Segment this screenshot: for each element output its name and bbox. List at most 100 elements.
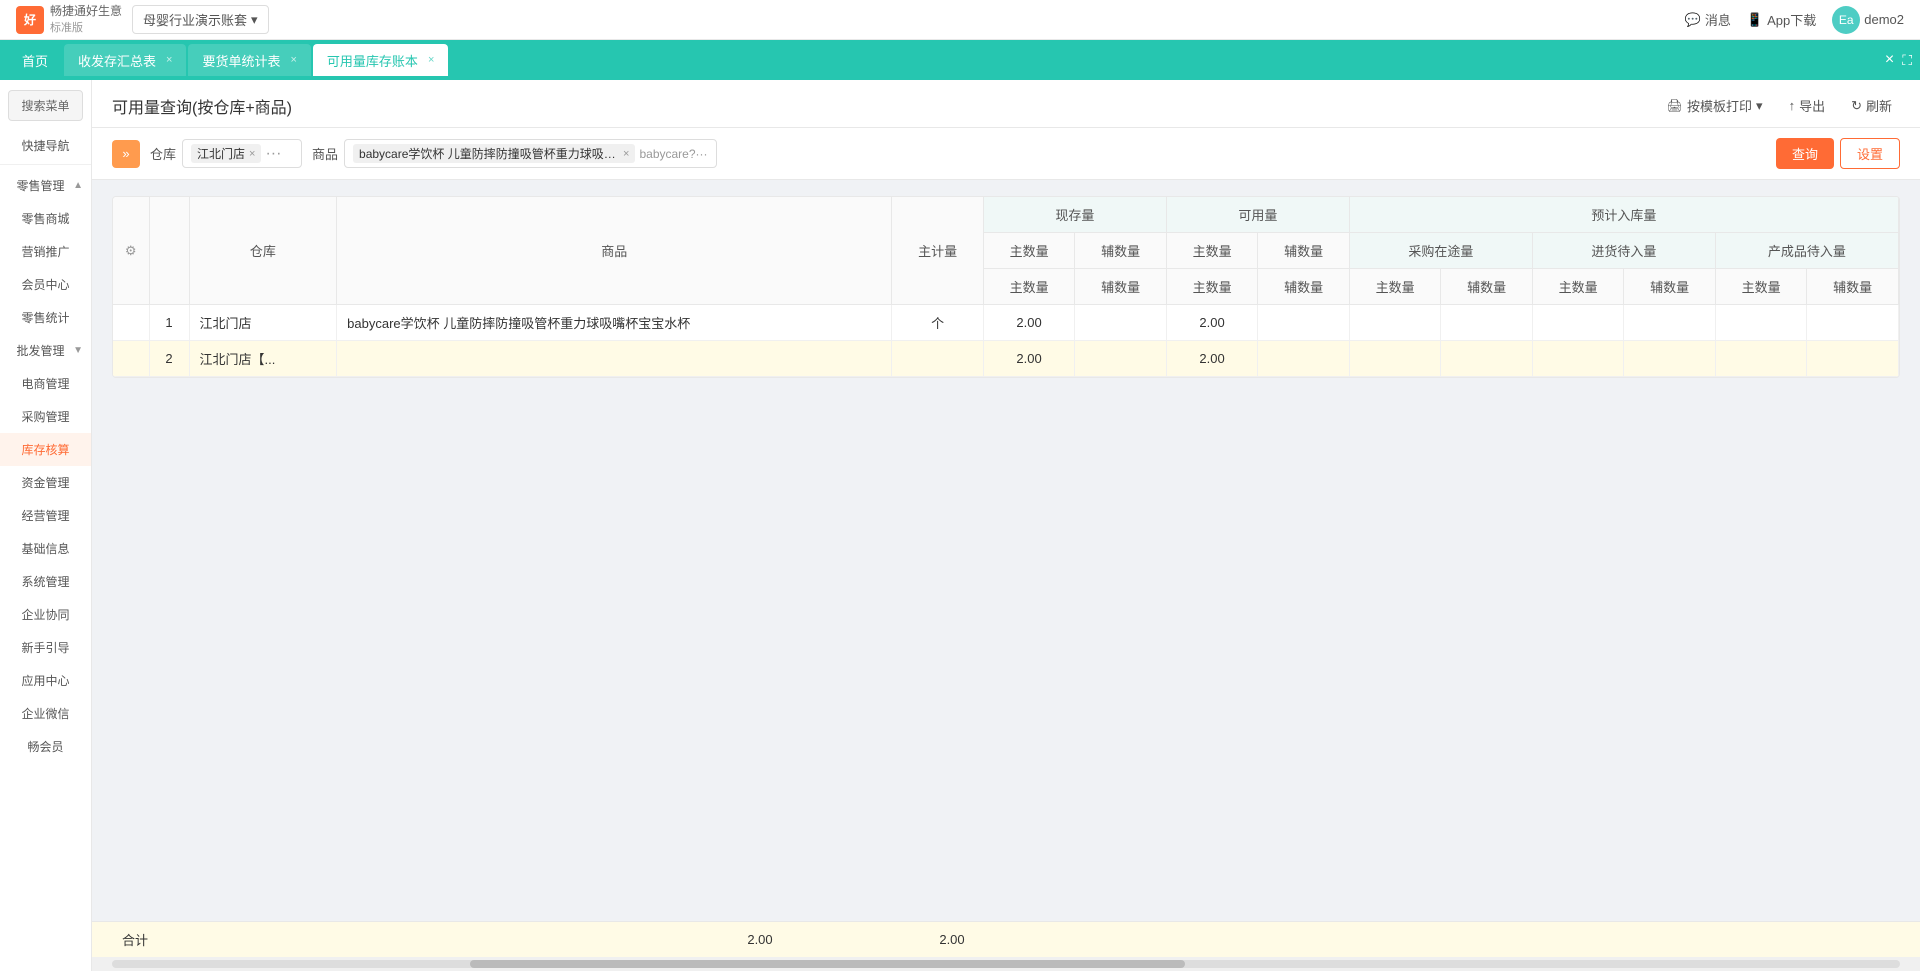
sidebar-item-inventory[interactable]: 库存核算 [0, 433, 91, 466]
sidebar-item-ecom[interactable]: 电商管理 [0, 367, 91, 400]
sidebar-item-zero-retail[interactable]: 零售管理 ▲ [0, 169, 91, 202]
sidebar-item-batch[interactable]: 批发管理 ▼ [0, 334, 91, 367]
sidebar-item-zero-mall-label: 零售商城 [8, 210, 83, 227]
sidebar-item-sys[interactable]: 系统管理 [0, 565, 91, 598]
scrollbar-thumb[interactable] [470, 960, 1185, 968]
data-table: ⚙ 仓库 商品 主计量 现存量 可用量 预计入库量 主数量 辅数 [113, 197, 1899, 377]
export-btn[interactable]: ↑ 导出 [1781, 92, 1834, 119]
industry-selector[interactable]: 母婴行业演示账套 ▾ [132, 5, 269, 34]
message-btn[interactable]: 💬 消息 [1685, 10, 1731, 29]
th-warehouse: 仓库 [189, 197, 337, 305]
table-row: 2 江北门店【... 2.00 2.00 [113, 341, 1899, 377]
th-incoming-aux: 辅数量 [1624, 269, 1716, 305]
sidebar-arrow-zero-retail: ▲ [73, 180, 83, 191]
query-button[interactable]: 查询 [1776, 138, 1834, 169]
sidebar-item-ops[interactable]: 经营管理 [0, 499, 91, 532]
sidebar-arrow-batch: ▼ [73, 345, 83, 356]
row1-no: 1 [149, 305, 189, 341]
warehouse-tag: 江北门店 × [191, 144, 261, 163]
th-product-aux: 辅数量 [1807, 269, 1899, 305]
warehouse-tag-close[interactable]: × [249, 148, 255, 160]
sidebar-item-wechat-label: 企业微信 [8, 705, 83, 722]
sidebar-item-collab-label: 企业协同 [8, 606, 83, 623]
th-stock-aux2: 辅数量 [1075, 269, 1167, 305]
tab-yaohuo[interactable]: 要货单统计表 × [188, 44, 310, 76]
row2-stock-aux [1075, 341, 1167, 377]
logo-area: 好 畅捷通好生意 标准版 [16, 4, 122, 36]
page-title: 可用量查询(按仓库+商品) [112, 94, 292, 118]
sidebar-item-newbie[interactable]: 新手引导 [0, 631, 91, 664]
sidebar-item-apps[interactable]: 应用中心 [0, 664, 91, 697]
print-icon: 🖨 [1667, 98, 1684, 114]
sidebar-item-stats[interactable]: 零售统计 [0, 301, 91, 334]
print-btn[interactable]: 🖨 按模板打印 ▾ [1659, 92, 1771, 119]
filter-toggle-btn[interactable]: » [112, 140, 140, 168]
top-bar-left: 好 畅捷通好生意 标准版 母婴行业演示账套 ▾ [16, 4, 269, 36]
tab-shoufa[interactable]: 收发存汇总表 × [64, 44, 186, 76]
sidebar-item-basic[interactable]: 基础信息 [0, 532, 91, 565]
th-product-group: 产成品待入量 [1715, 233, 1898, 269]
row2-goods [337, 341, 892, 377]
tab-yaohuo-label: 要货单统计表 [202, 51, 280, 70]
sidebar-item-apps-label: 应用中心 [8, 672, 83, 689]
row1-warehouse: 江北门店 [189, 305, 337, 341]
th-settings: ⚙ [113, 197, 149, 305]
setting-button[interactable]: 设置 [1840, 138, 1900, 169]
message-icon: 💬 [1685, 12, 1701, 28]
goods-tag-close[interactable]: × [623, 148, 629, 160]
tab-keyongliang[interactable]: 可用量库存账本 × [313, 44, 448, 76]
row1-goods: babycare学饮杯 儿童防摔防撞吸管杯重力球吸嘴杯宝宝水杯 [337, 305, 892, 341]
row2-purchase-main [1349, 341, 1441, 377]
search-menu-btn[interactable]: 搜索菜单 [8, 90, 83, 121]
table-footer: 合计 2.00 2.00 [92, 921, 1920, 957]
user-btn[interactable]: Ea demo2 [1832, 6, 1904, 34]
close-all-btn[interactable]: × [1885, 51, 1894, 69]
page-header: 可用量查询(按仓库+商品) 🖨 按模板打印 ▾ ↑ 导出 ↻ 刷新 [92, 80, 1920, 128]
sidebar-item-mkt[interactable]: 营销推广 [0, 235, 91, 268]
row1-unit: 个 [892, 305, 984, 341]
tab-shoufa-close[interactable]: × [166, 54, 172, 66]
row1-incoming-main [1532, 305, 1624, 341]
sidebar-item-purchase[interactable]: 采购管理 [0, 400, 91, 433]
filter-actions: 查询 设置 [1776, 138, 1900, 169]
goods-extra: babycare?··· [639, 147, 707, 161]
sidebar-item-zero-retail-label: 零售管理 [8, 177, 73, 194]
sidebar-item-collab[interactable]: 企业协同 [0, 598, 91, 631]
warehouse-more-icon[interactable]: ··· [265, 145, 281, 163]
app-label: App下载 [1767, 10, 1816, 29]
tab-yaohuo-close[interactable]: × [290, 54, 296, 66]
print-arrow: ▾ [1756, 98, 1763, 114]
industry-label: 母婴行业演示账套 [143, 10, 247, 29]
sidebar-item-basic-label: 基础信息 [8, 540, 83, 557]
sidebar-item-member[interactable]: 会员中心 [0, 268, 91, 301]
row2-avail-aux [1258, 341, 1350, 377]
fullscreen-btn[interactable]: ⛶ [1902, 52, 1912, 69]
row1-purchase-main [1349, 305, 1441, 341]
goods-input[interactable]: babycare学饮杯 儿童防摔防撞吸管杯重力球吸嘴杯宝宝水杯 × babyca… [344, 139, 716, 168]
print-label: 按模板打印 [1687, 96, 1752, 115]
goods-filter: 商品 babycare学饮杯 儿童防摔防撞吸管杯重力球吸嘴杯宝宝水杯 × bab… [312, 139, 716, 168]
sidebar-item-vip[interactable]: 畅会员 [0, 730, 91, 763]
row2-purchase-aux [1441, 341, 1533, 377]
th-incoming-stock-group: 进货待入量 [1532, 233, 1715, 269]
sidebar-item-newbie-label: 新手引导 [8, 639, 83, 656]
page-actions: 🖨 按模板打印 ▾ ↑ 导出 ↻ 刷新 [1659, 92, 1901, 119]
warehouse-input[interactable]: 江北门店 × ··· [182, 139, 302, 168]
row2-unit [892, 341, 984, 377]
sidebar-item-ops-label: 经营管理 [8, 507, 83, 524]
tab-keyongliang-close[interactable]: × [428, 54, 434, 66]
tab-home[interactable]: 首页 [8, 44, 62, 76]
table-settings-icon[interactable]: ⚙ [125, 243, 137, 258]
refresh-btn[interactable]: ↻ 刷新 [1843, 92, 1900, 119]
sidebar-item-finance[interactable]: 资金管理 [0, 466, 91, 499]
th-avail-main: 主数量 [1166, 233, 1258, 269]
avatar-text: Ea [1839, 13, 1854, 27]
app-download-btn[interactable]: 📱 App下载 [1747, 10, 1816, 29]
footer-stock-main: 2.00 [712, 932, 808, 947]
sidebar-item-wechat[interactable]: 企业微信 [0, 697, 91, 730]
tab-keyongliang-label: 可用量库存账本 [327, 51, 418, 70]
sidebar-item-zero-mall[interactable]: 零售商城 [0, 202, 91, 235]
content-area: 可用量查询(按仓库+商品) 🖨 按模板打印 ▾ ↑ 导出 ↻ 刷新 [92, 80, 1920, 971]
table-container: ⚙ 仓库 商品 主计量 现存量 可用量 预计入库量 主数量 辅数 [112, 196, 1900, 378]
sidebar-quicknav-btn[interactable]: 快捷导航 [0, 131, 91, 160]
